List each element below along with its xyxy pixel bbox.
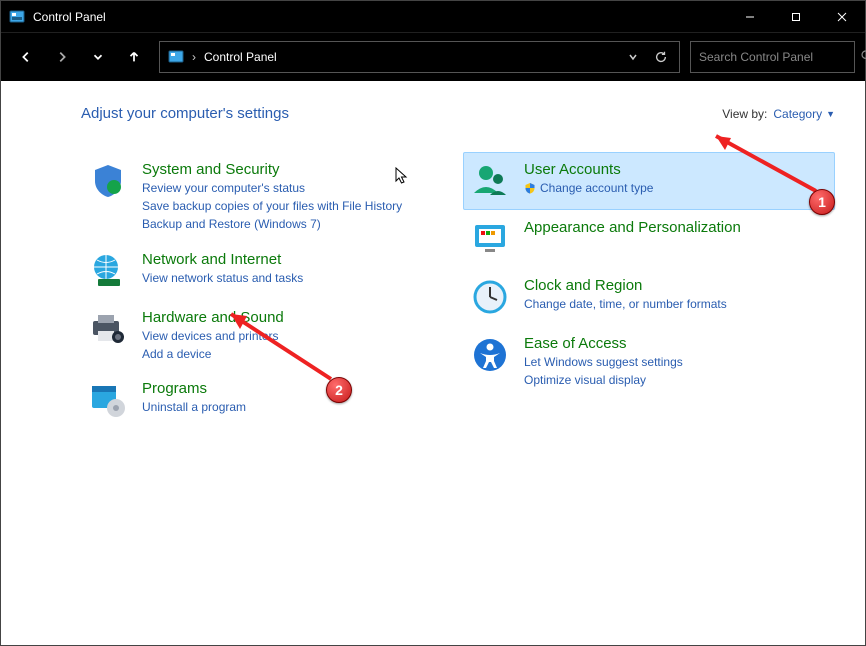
forward-button[interactable]	[47, 42, 77, 72]
up-button[interactable]	[119, 42, 149, 72]
recent-locations-button[interactable]	[83, 42, 113, 72]
category-programs[interactable]: Programs Uninstall a program	[81, 371, 453, 429]
viewby-label: View by:	[722, 107, 767, 121]
shield-icon	[88, 161, 128, 201]
category-link[interactable]: Change date, time, or number formats	[524, 296, 727, 312]
refresh-button[interactable]	[651, 50, 671, 64]
category-title[interactable]: Network and Internet	[142, 251, 303, 268]
titlebar: Control Panel	[1, 1, 865, 33]
monitor-icon	[470, 219, 510, 259]
category-hardware-sound[interactable]: Hardware and Sound View devices and prin…	[81, 300, 453, 371]
printer-icon	[88, 309, 128, 349]
category-network-internet[interactable]: Network and Internet View network status…	[81, 242, 453, 300]
category-link[interactable]: View network status and tasks	[142, 270, 303, 286]
accessibility-icon	[470, 335, 510, 375]
category-link[interactable]: Save backup copies of your files with Fi…	[142, 198, 402, 214]
chevron-right-icon: ›	[192, 50, 196, 64]
category-link[interactable]: Uninstall a program	[142, 399, 246, 415]
navigation-bar: › Control Panel	[1, 33, 865, 81]
category-title[interactable]: System and Security	[142, 161, 402, 178]
category-ease-of-access[interactable]: Ease of Access Let Windows suggest setti…	[463, 326, 835, 397]
category-system-security[interactable]: System and Security Review your computer…	[81, 152, 453, 242]
minimize-button[interactable]	[727, 1, 773, 33]
category-link[interactable]: Add a device	[142, 346, 284, 362]
close-button[interactable]	[819, 1, 865, 33]
control-panel-icon	[9, 9, 25, 25]
address-bar[interactable]: › Control Panel	[159, 41, 680, 73]
left-column: System and Security Review your computer…	[81, 152, 453, 429]
category-title[interactable]: Programs	[142, 380, 246, 397]
category-clock-region[interactable]: Clock and Region Change date, time, or n…	[463, 268, 835, 326]
search-input[interactable]	[699, 50, 854, 64]
annotation-badge-1: 1	[809, 189, 835, 215]
category-link[interactable]: View devices and printers	[142, 328, 284, 344]
search-box[interactable]	[690, 41, 855, 73]
category-user-accounts[interactable]: User Accounts Change account type	[463, 152, 835, 210]
category-link[interactable]: Let Windows suggest settings	[524, 354, 683, 370]
category-link[interactable]: Change account type	[524, 180, 653, 196]
category-title[interactable]: Ease of Access	[524, 335, 683, 352]
window-title: Control Panel	[33, 10, 106, 24]
category-title[interactable]: Appearance and Personalization	[524, 219, 741, 236]
viewby-dropdown[interactable]: Category ▼	[773, 107, 835, 121]
user-icon	[470, 161, 510, 201]
content-area: Adjust your computer's settings View by:…	[1, 81, 865, 645]
back-button[interactable]	[11, 42, 41, 72]
annotation-badge-2: 2	[326, 377, 352, 403]
clock-icon	[470, 277, 510, 317]
category-title[interactable]: Hardware and Sound	[142, 309, 284, 326]
category-title[interactable]: User Accounts	[524, 161, 653, 178]
address-history-button[interactable]	[623, 52, 643, 62]
address-icon	[168, 49, 184, 65]
right-column: User Accounts Change account type Appear…	[463, 152, 835, 429]
category-title[interactable]: Clock and Region	[524, 277, 727, 294]
programs-icon	[88, 380, 128, 420]
breadcrumb[interactable]: Control Panel	[204, 50, 277, 64]
category-link[interactable]: Review your computer's status	[142, 180, 402, 196]
uac-shield-icon	[524, 182, 536, 194]
category-appearance-personalization[interactable]: Appearance and Personalization	[463, 210, 835, 268]
globe-icon	[88, 251, 128, 291]
search-icon	[860, 49, 866, 65]
category-link[interactable]: Optimize visual display	[524, 372, 683, 388]
maximize-button[interactable]	[773, 1, 819, 33]
category-link[interactable]: Backup and Restore (Windows 7)	[142, 216, 402, 232]
page-title: Adjust your computer's settings	[81, 105, 289, 122]
caret-down-icon: ▼	[826, 109, 835, 119]
